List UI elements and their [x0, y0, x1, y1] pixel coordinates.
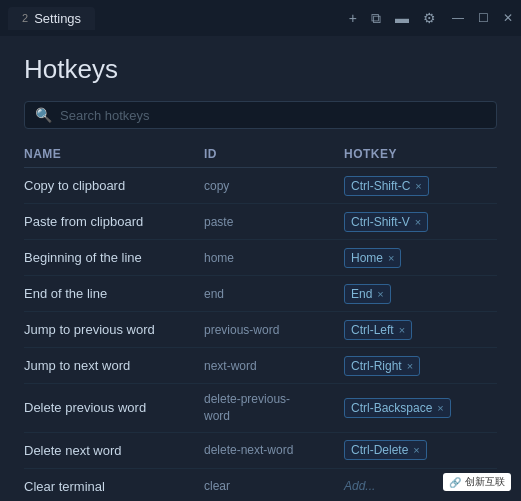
table-row: Jump to next wordnext-word Ctrl-Right × — [24, 348, 497, 384]
hotkey-label: Ctrl-Backspace — [351, 401, 432, 415]
table-row: Beginning of the linehome Home × — [24, 240, 497, 276]
table-row: Copy to clipboardcopy Ctrl-Shift-C × — [24, 168, 497, 204]
search-icon: 🔍 — [35, 107, 52, 123]
cell-hotkey: Ctrl-Shift-V × — [344, 212, 497, 232]
window-controls: — ☐ ✕ — [452, 11, 513, 25]
title-bar: 2 Settings + ⧉ ▬ ⚙ — ☐ ✕ — [0, 0, 521, 36]
menu-icon[interactable]: ▬ — [395, 10, 409, 26]
hotkey-label: Ctrl-Left — [351, 323, 394, 337]
cell-hotkey: Ctrl-Delete × — [344, 440, 497, 460]
hotkey-remove-button[interactable]: × — [415, 180, 421, 192]
table-row: Delete previous worddelete-previous- wor… — [24, 384, 497, 433]
search-box: 🔍 — [24, 101, 497, 129]
cell-id: paste — [204, 215, 344, 229]
hotkey-label: Ctrl-Shift-C — [351, 179, 410, 193]
col-header-id: ID — [204, 147, 344, 161]
cell-hotkey: Ctrl-Backspace × — [344, 398, 497, 418]
hotkey-remove-button[interactable]: × — [388, 252, 394, 264]
duplicate-icon[interactable]: ⧉ — [371, 10, 381, 27]
close-button[interactable]: ✕ — [503, 11, 513, 25]
cell-hotkey: Ctrl-Right × — [344, 356, 497, 376]
cell-id: previous-word — [204, 323, 344, 337]
tab-number: 2 — [22, 12, 28, 24]
hotkey-badge: Ctrl-Shift-V × — [344, 212, 428, 232]
table-row: End of the lineend End × — [24, 276, 497, 312]
minimize-button[interactable]: — — [452, 11, 464, 25]
table-row: Jump to previous wordprevious-wordCtrl-L… — [24, 312, 497, 348]
cell-name: Paste from clipboard — [24, 214, 204, 229]
settings-icon[interactable]: ⚙ — [423, 10, 436, 26]
hotkey-remove-button[interactable]: × — [399, 324, 405, 336]
page-title: Hotkeys — [24, 54, 497, 85]
hotkey-label: Ctrl-Shift-V — [351, 215, 410, 229]
cell-id: home — [204, 251, 344, 265]
cell-name: Delete next word — [24, 443, 204, 458]
main-content: Hotkeys 🔍 Name ID Hotkey Copy to clipboa… — [0, 36, 521, 501]
watermark-icon: 🔗 — [449, 477, 461, 488]
hotkey-badge: Home × — [344, 248, 401, 268]
hotkey-remove-button[interactable]: × — [437, 402, 443, 414]
cell-hotkey: Ctrl-Left × — [344, 320, 497, 340]
hotkey-badge: Ctrl-Shift-C × — [344, 176, 429, 196]
search-input[interactable] — [60, 108, 486, 123]
table-body: Copy to clipboardcopyCtrl-Shift-C×Paste … — [24, 168, 497, 501]
new-tab-icon[interactable]: + — [349, 10, 357, 26]
cell-id: delete-previous- word — [204, 391, 344, 425]
col-header-name: Name — [24, 147, 204, 161]
cell-name: Jump to previous word — [24, 322, 204, 337]
cell-name: Beginning of the line — [24, 250, 204, 265]
cell-id: next-word — [204, 359, 344, 373]
cell-name: Clear terminal — [24, 479, 204, 494]
hotkey-badge: Ctrl-Left × — [344, 320, 412, 340]
tab-label: Settings — [34, 11, 81, 26]
watermark: 🔗 创新互联 — [443, 473, 511, 491]
cell-id: clear — [204, 479, 344, 493]
cell-name: End of the line — [24, 286, 204, 301]
hotkey-remove-button[interactable]: × — [407, 360, 413, 372]
maximize-button[interactable]: ☐ — [478, 11, 489, 25]
table-row: Delete next worddelete-next-wordCtrl-Del… — [24, 433, 497, 469]
cell-hotkey: Ctrl-Shift-C × — [344, 176, 497, 196]
table-row: Clear terminalclearAdd... — [24, 469, 497, 501]
table-row: Paste from clipboardpaste Ctrl-Shift-V × — [24, 204, 497, 240]
hotkey-remove-button[interactable]: × — [413, 444, 419, 456]
hotkey-badge: Ctrl-Delete × — [344, 440, 427, 460]
cell-hotkey: End × — [344, 284, 497, 304]
cell-name: Copy to clipboard — [24, 178, 204, 193]
hotkey-label: Ctrl-Delete — [351, 443, 408, 457]
hotkey-remove-button[interactable]: × — [415, 216, 421, 228]
watermark-text: 创新互联 — [465, 475, 505, 489]
cell-id: end — [204, 287, 344, 301]
table-header: Name ID Hotkey — [24, 147, 497, 168]
hotkey-label: End — [351, 287, 372, 301]
hotkey-label: Ctrl-Right — [351, 359, 402, 373]
cell-id: delete-next-word — [204, 443, 344, 457]
cell-name: Jump to next word — [24, 358, 204, 373]
cell-name: Delete previous word — [24, 400, 204, 415]
titlebar-icons: + ⧉ ▬ ⚙ — [349, 10, 436, 27]
hotkey-remove-button[interactable]: × — [377, 288, 383, 300]
hotkey-badge: Ctrl-Right × — [344, 356, 420, 376]
hotkey-label: Home — [351, 251, 383, 265]
hotkey-badge: End × — [344, 284, 391, 304]
settings-tab[interactable]: 2 Settings — [8, 7, 95, 30]
cell-hotkey: Home × — [344, 248, 497, 268]
col-header-hotkey: Hotkey — [344, 147, 497, 161]
hotkey-add-label[interactable]: Add... — [344, 479, 375, 493]
hotkey-badge: Ctrl-Backspace × — [344, 398, 451, 418]
cell-id: copy — [204, 179, 344, 193]
